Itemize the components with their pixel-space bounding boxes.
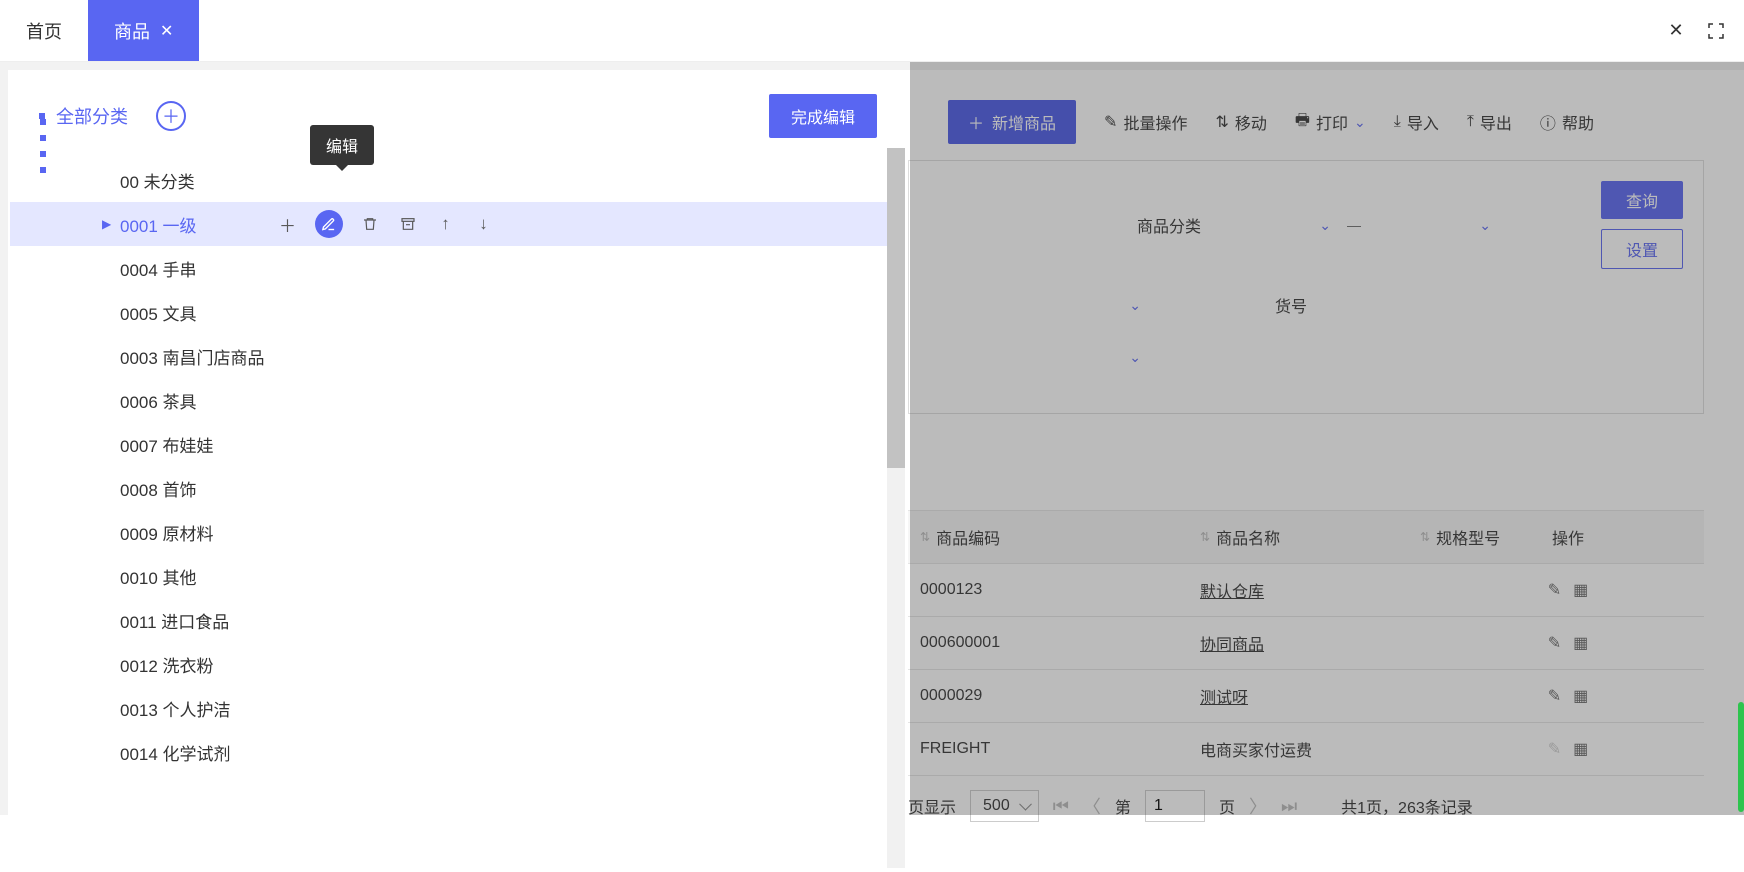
category-item[interactable]: 0003 南昌门店商品: [10, 334, 905, 378]
category-item-label: 0009 原材料: [120, 520, 214, 545]
scrollbar-thumb[interactable]: [887, 148, 905, 468]
category-item[interactable]: ▶ 0001 一级 ＋ ↑ ↓: [10, 202, 905, 246]
category-item[interactable]: 0013 个人护洁: [10, 686, 905, 730]
add-child-icon[interactable]: ＋: [277, 213, 299, 235]
tab-product[interactable]: 商品 ✕: [88, 0, 199, 61]
delete-icon[interactable]: [359, 213, 381, 235]
category-item[interactable]: 0007 布娃娃: [10, 422, 905, 466]
category-item[interactable]: 0014 化学试剂: [10, 730, 905, 774]
category-item[interactable]: 0010 其他: [10, 554, 905, 598]
category-item[interactable]: 0006 茶具: [10, 378, 905, 422]
category-item-label: 00 未分类: [120, 168, 195, 193]
category-item-label: 0011 进口食品: [120, 608, 229, 633]
scrollbar-accent[interactable]: [1738, 702, 1744, 812]
category-item-label: 0007 布娃娃: [120, 432, 214, 457]
move-up-icon[interactable]: ↑: [435, 213, 457, 235]
category-item-label: 0012 洗衣粉: [120, 652, 214, 677]
category-item-label: 0014 化学试剂: [120, 740, 231, 765]
tab-product-label: 商品: [114, 18, 150, 44]
category-title[interactable]: 全部分类: [56, 103, 128, 129]
category-item-label: 0008 首饰: [120, 476, 197, 501]
category-item-label: 0001 一级: [120, 212, 197, 237]
category-item-label: 0003 南昌门店商品: [120, 344, 265, 369]
close-all-icon[interactable]: ✕: [1660, 15, 1692, 47]
done-edit-button[interactable]: 完成编辑: [769, 94, 877, 138]
category-item-label: 0004 手串: [120, 256, 197, 281]
close-icon[interactable]: ✕: [160, 21, 173, 41]
move-down-icon[interactable]: ↓: [473, 213, 495, 235]
category-item[interactable]: 00 未分类: [10, 158, 905, 202]
caret-right-icon: ▶: [102, 217, 111, 231]
category-item[interactable]: 0008 首饰: [10, 466, 905, 510]
edit-icon[interactable]: [315, 210, 343, 238]
tab-home[interactable]: 首页: [0, 0, 88, 61]
category-list: 00 未分类 ▶ 0001 一级 ＋ ↑ ↓ 0004 手串 0005 文具 0003 南昌门店…: [10, 148, 905, 784]
category-item-label: 0006 茶具: [120, 388, 197, 413]
archive-icon[interactable]: [397, 213, 419, 235]
category-item[interactable]: 0009 原材料: [10, 510, 905, 554]
category-actions: ＋ ↑ ↓: [277, 210, 495, 238]
category-header: 全部分类 ＋ 完成编辑: [10, 72, 905, 148]
category-panel: 全部分类 ＋ 完成编辑 编辑 00 未分类▶0001 一级＋↑↓0004 手串0…: [10, 72, 905, 872]
scrollbar[interactable]: [887, 148, 905, 868]
category-item[interactable]: 0011 进口食品: [10, 598, 905, 642]
grid-icon: [38, 112, 46, 120]
category-body: 00 未分类 ▶ 0001 一级 ＋ ↑ ↓ 0004 手串 0005 文具 0003 南昌门店…: [10, 148, 905, 868]
category-item[interactable]: 0012 洗衣粉: [10, 642, 905, 686]
tabs-bar: 首页 商品 ✕ ✕: [0, 0, 1744, 62]
add-category-button[interactable]: ＋: [156, 101, 186, 131]
category-item-label: 0010 其他: [120, 564, 197, 589]
category-item-label: 0013 个人护洁: [120, 696, 231, 721]
dim-mask: [910, 62, 1744, 815]
category-item-label: 0005 文具: [120, 300, 197, 325]
category-item[interactable]: 0004 手串: [10, 246, 905, 290]
category-item[interactable]: 0005 文具: [10, 290, 905, 334]
main-area: ＋ 新增商品 ✎ 批量操作 ⇅ 移动 🖶 打印 ⌄ ⤓ 导入 ⤒: [0, 62, 1744, 815]
fullscreen-icon[interactable]: [1700, 15, 1732, 47]
tab-home-label: 首页: [26, 18, 62, 44]
